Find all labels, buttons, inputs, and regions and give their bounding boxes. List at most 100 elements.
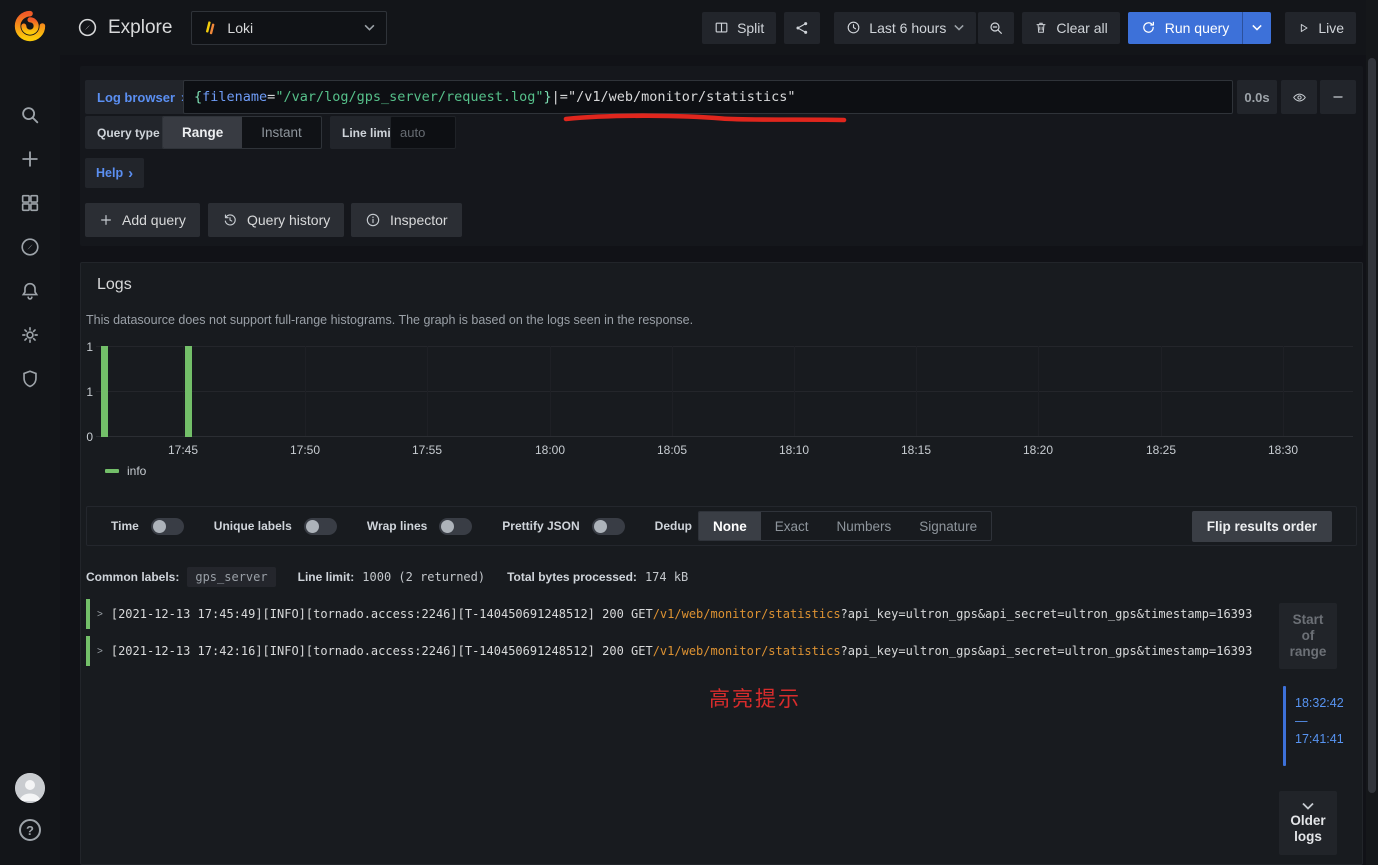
wrap-lines-toggle[interactable] [439, 517, 473, 535]
time-range-label: Last 6 hours [869, 19, 947, 36]
toggle-knob [593, 519, 607, 533]
split-icon [715, 22, 728, 33]
total-bytes-value: 174 kB [644, 570, 689, 584]
dedup-option-numbers[interactable]: Numbers [823, 512, 906, 540]
add-query-button[interactable]: Add query [85, 203, 200, 237]
expand-row-icon[interactable]: > [97, 609, 103, 620]
range-separator: — [1295, 714, 1308, 728]
dedup-label: Dedup [654, 519, 692, 533]
gridline [427, 346, 428, 436]
gear-icon[interactable] [19, 324, 41, 346]
trash-icon [1036, 22, 1046, 33]
dedup-option-none[interactable]: None [699, 512, 761, 540]
x-axis-tick: 17:50 [289, 443, 321, 457]
line-limit-input[interactable] [390, 116, 456, 149]
scrollbar-thumb[interactable] [1368, 58, 1376, 793]
query-label-value: "/var/log/gps_server/request.log" [275, 89, 544, 105]
histogram-bar[interactable] [185, 346, 192, 437]
start-of-range-line: Start [1292, 612, 1324, 627]
grafana-logo[interactable] [12, 8, 48, 44]
angle-right-icon: › [128, 164, 134, 182]
expand-row-icon[interactable]: > [97, 646, 103, 657]
gridline [1038, 346, 1039, 436]
gridline [305, 346, 306, 436]
legend-item-info[interactable]: info [105, 464, 146, 478]
query-history-button[interactable]: Query history [208, 203, 345, 237]
live-label: Live [1318, 19, 1344, 36]
help-label: Help [96, 166, 124, 180]
query-duration-badge: 0.0s [1237, 80, 1277, 114]
log-options-bar: Time Unique labels Wrap lines Prettify J… [86, 506, 1357, 546]
remove-query-button[interactable] [1320, 80, 1356, 114]
dashboards-icon[interactable] [19, 192, 41, 214]
time-toggle[interactable] [150, 517, 184, 535]
x-axis-tick: 18:15 [900, 443, 932, 457]
query-equals: = [267, 89, 276, 105]
clock-icon [847, 21, 860, 34]
split-button[interactable]: Split [702, 11, 777, 44]
topbar: Explore Loki Split Last 6 hours Clear al… [60, 0, 1378, 55]
older-logs-label: logs [1294, 829, 1322, 844]
x-axis-tick: 17:55 [411, 443, 443, 457]
query-visibility-button[interactable] [1281, 80, 1317, 114]
current-range-marker[interactable]: 18:32:42 — 17:41:41 [1283, 686, 1344, 766]
line-limit-meta-label: Line limit: [297, 570, 355, 584]
history-icon [224, 214, 236, 226]
zoom-out-button[interactable] [978, 11, 1015, 44]
share-button[interactable] [784, 11, 821, 44]
zoom-out-icon [990, 21, 1003, 34]
x-axis-tick: 17:45 [167, 443, 199, 457]
log-row[interactable]: > [2021-12-13 17:45:49][INFO][tornado.ac… [86, 599, 1274, 629]
chevron-down-icon [1302, 802, 1314, 810]
query-line-filter: "/v1/web/monitor/statistics" [567, 89, 796, 105]
play-icon [1301, 23, 1308, 32]
inspector-label: Inspector [390, 212, 448, 228]
bell-icon[interactable] [19, 280, 41, 302]
unique-labels-toggle[interactable] [303, 517, 337, 535]
line-limit-label: Line limit [342, 125, 395, 140]
eye-icon [1292, 93, 1306, 101]
common-labels-value: gps_server [187, 567, 276, 587]
query-type-instant-option[interactable]: Instant [242, 117, 321, 148]
chevron-down-icon [1252, 24, 1263, 31]
line-limit-meta-value: 1000 (2 returned) [362, 570, 486, 584]
run-query-dropdown[interactable] [1242, 11, 1271, 44]
help-button[interactable]: Help › [85, 158, 145, 188]
datasource-name: Loki [227, 19, 254, 36]
flip-results-order-button[interactable]: Flip results order [1191, 510, 1332, 542]
time-range-picker[interactable]: Last 6 hours [834, 11, 977, 44]
avatar[interactable] [15, 773, 45, 803]
gridline [1161, 346, 1162, 436]
query-type-chip: Query type [85, 116, 172, 149]
histogram-bar[interactable] [101, 346, 108, 437]
shield-icon[interactable] [19, 368, 41, 390]
run-query-button[interactable]: Run query [1127, 11, 1272, 44]
logs-panel-title: Logs [97, 276, 132, 293]
inspector-button[interactable]: Inspector [351, 203, 462, 237]
dedup-option-signature[interactable]: Signature [905, 512, 991, 540]
compass-explore-icon[interactable] [19, 236, 41, 258]
older-logs-button[interactable]: Older logs [1279, 791, 1337, 855]
log-browser-button[interactable]: Log browser › [85, 80, 199, 114]
gridline [183, 346, 184, 436]
datasource-picker[interactable]: Loki [191, 10, 388, 45]
plus-icon[interactable] [19, 148, 41, 170]
topbar-actions: Split Last 6 hours Clear all Run query L… [702, 11, 1356, 44]
query-type-range-option[interactable]: Range [163, 117, 243, 148]
log-row[interactable]: > [2021-12-13 17:42:16][INFO][tornado.ac… [86, 636, 1274, 666]
query-brace-open: { [194, 89, 203, 105]
plus-icon [101, 215, 111, 225]
log-text: ?api_key=ultron_gps&api_secret=ultron_gp… [840, 644, 1253, 658]
chevron-down-icon [954, 24, 965, 31]
log-text: [2021-12-13 17:42:16][INFO][tornado.acce… [110, 644, 653, 658]
chevron-down-icon [364, 24, 375, 31]
gridline [550, 346, 551, 436]
prettify-json-toggle[interactable] [591, 517, 625, 535]
search-icon[interactable] [19, 104, 41, 126]
help-icon[interactable]: ? [19, 819, 41, 841]
range-to-time: 17:41:41 [1295, 732, 1344, 746]
clear-all-button[interactable]: Clear all [1022, 11, 1120, 44]
live-button[interactable]: Live [1285, 11, 1356, 44]
dedup-option-exact[interactable]: Exact [761, 512, 823, 540]
query-input[interactable]: {filename = "/var/log/gps_server/request.l… [183, 80, 1233, 114]
